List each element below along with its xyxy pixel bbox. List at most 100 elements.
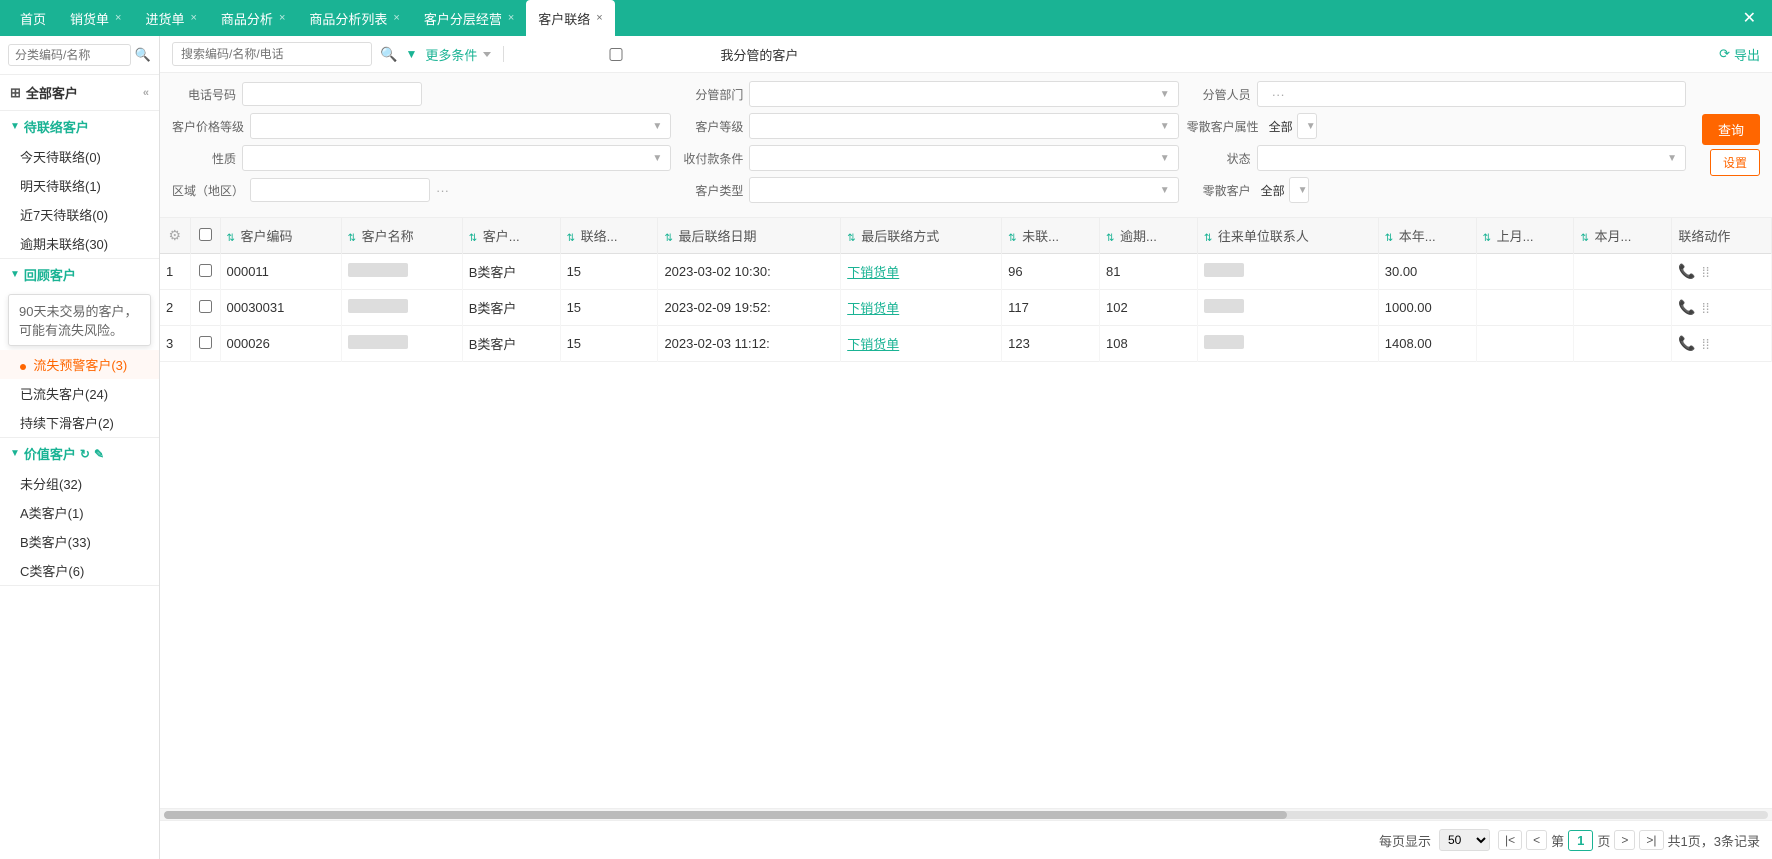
- zero-attr-select[interactable]: ▼: [1297, 113, 1317, 139]
- tab-customer-contact-close[interactable]: ×: [596, 12, 602, 24]
- sidebar-item-today[interactable]: 今天待联络(0): [0, 142, 159, 171]
- th-last-contact-date[interactable]: ⇅ 最后联络日期: [658, 218, 841, 254]
- sidebar-item-class-c[interactable]: C类客户(6): [0, 556, 159, 585]
- tab-customer-contact-label: 客户联络: [538, 9, 590, 28]
- select-all-checkbox[interactable]: [199, 228, 212, 241]
- th-overdue[interactable]: ⇅ 逾期...: [1100, 218, 1198, 254]
- action-more-icon[interactable]: ⁞⁞: [1702, 264, 1710, 280]
- last-method-link[interactable]: 下销货单: [847, 301, 899, 316]
- search-input[interactable]: [172, 42, 372, 66]
- gender-select[interactable]: ▼: [242, 145, 671, 171]
- th-unlisted[interactable]: ⇅ 未联...: [1002, 218, 1100, 254]
- action-more-icon[interactable]: ⁞⁞: [1702, 336, 1710, 352]
- last-method-link[interactable]: 下销货单: [847, 337, 899, 352]
- th-name[interactable]: ⇅ 客户名称: [341, 218, 462, 254]
- horizontal-scrollbar[interactable]: [160, 808, 1772, 820]
- last-method-link[interactable]: 下销货单: [847, 265, 899, 280]
- manager-more[interactable]: ···: [1266, 87, 1291, 102]
- sidebar-collapse-icon[interactable]: «: [143, 87, 149, 99]
- payment-select[interactable]: ▼: [749, 145, 1178, 171]
- tab-product-analysis[interactable]: 商品分析 ×: [209, 0, 297, 36]
- th-last-contact-method[interactable]: ⇅ 最后联络方式: [841, 218, 1002, 254]
- tab-sales-order[interactable]: 销货单 ×: [58, 0, 133, 36]
- settings-col-icon[interactable]: ⚙: [168, 227, 181, 243]
- tab-customer-tier-close[interactable]: ×: [508, 12, 514, 24]
- tab-product-analysis-close[interactable]: ×: [279, 12, 285, 24]
- zero-customer-select[interactable]: ▼: [1289, 177, 1309, 203]
- main-layout: 🔍 ⊞ 全部客户 « ▼ 待联络客户 今天待联络(0) 明天待联络(1) 近7天…: [0, 36, 1772, 859]
- customer-level-select[interactable]: ▼: [749, 113, 1178, 139]
- th-type[interactable]: ⇅ 客户...: [462, 218, 560, 254]
- sidebar-search-icon[interactable]: 🔍: [135, 47, 151, 63]
- search-button[interactable]: 🔍: [380, 46, 397, 63]
- th-code[interactable]: ⇅ 客户编码: [220, 218, 341, 254]
- th-this-month[interactable]: ⇅ 本月...: [1574, 218, 1672, 254]
- tab-home[interactable]: 首页: [8, 0, 58, 36]
- price-level-select[interactable]: ▼: [250, 113, 671, 139]
- row-checkbox[interactable]: [199, 300, 212, 313]
- th-contacts[interactable]: ⇅ 联络...: [560, 218, 658, 254]
- tab-product-analysis-list[interactable]: 商品分析列表 ×: [297, 0, 411, 36]
- tab-purchase-order[interactable]: 进货单 ×: [133, 0, 208, 36]
- query-button[interactable]: 查询: [1702, 114, 1760, 145]
- customer-type-select[interactable]: ▼: [749, 177, 1178, 203]
- row-checkbox[interactable]: [199, 264, 212, 277]
- more-conditions-btn[interactable]: 更多条件: [425, 45, 491, 64]
- action-phone-icon[interactable]: 📞: [1678, 299, 1695, 316]
- prev-page-button[interactable]: <: [1526, 830, 1547, 850]
- sidebar-item-churn-warning[interactable]: 流失预警客户(3): [0, 350, 159, 379]
- edit-icon[interactable]: ✎: [94, 447, 104, 461]
- my-customers-checkbox[interactable]: [516, 48, 716, 61]
- region-more[interactable]: ···: [430, 183, 455, 198]
- sidebar-item-class-b[interactable]: B类客户(33): [0, 527, 159, 556]
- last-page-button[interactable]: >|: [1639, 830, 1663, 850]
- action-phone-icon[interactable]: 📞: [1678, 335, 1695, 352]
- sidebar-item-class-a[interactable]: A类客户(1): [0, 498, 159, 527]
- refresh-icon[interactable]: ↻: [80, 447, 90, 461]
- row-checkbox[interactable]: [199, 336, 212, 349]
- tab-purchase-order-close[interactable]: ×: [190, 12, 196, 24]
- per-page-select[interactable]: 50 20 100: [1439, 829, 1490, 851]
- dept-select[interactable]: ▼: [749, 81, 1178, 107]
- export-button[interactable]: ⟳ 导出: [1719, 45, 1760, 64]
- row-checkbox-cell[interactable]: [190, 326, 220, 362]
- sidebar-group-review-title[interactable]: ▼ 回顾客户: [0, 259, 159, 290]
- sidebar-item-ungrouped[interactable]: 未分组(32): [0, 469, 159, 498]
- window-close-button[interactable]: ✕: [1735, 8, 1764, 28]
- tab-product-analysis-label: 商品分析: [221, 9, 273, 28]
- sidebar-search-input[interactable]: [8, 44, 131, 66]
- my-customers-checkbox-label[interactable]: 我分管的客户: [516, 45, 798, 64]
- th-last-month[interactable]: ⇅ 上月...: [1476, 218, 1574, 254]
- sort-icon-contact-person: ⇅: [1204, 233, 1212, 244]
- row-checkbox-cell[interactable]: [190, 254, 220, 290]
- sidebar-item-churned[interactable]: 已流失客户(24): [0, 379, 159, 408]
- grid-icon: ⊞: [10, 85, 21, 101]
- sidebar-item-tomorrow[interactable]: 明天待联络(1): [0, 171, 159, 200]
- phone-input[interactable]: [242, 82, 422, 106]
- status-select[interactable]: ▼: [1257, 145, 1686, 171]
- action-more-icon[interactable]: ⁞⁞: [1702, 300, 1710, 316]
- region-input[interactable]: [250, 178, 430, 202]
- th-yearly[interactable]: ⇅ 本年...: [1378, 218, 1476, 254]
- first-page-button[interactable]: |<: [1498, 830, 1522, 850]
- tab-customer-tier[interactable]: 客户分层经营 ×: [412, 0, 526, 36]
- action-phone-icon[interactable]: 📞: [1678, 263, 1695, 280]
- th-contact-person[interactable]: ⇅ 往来单位联系人: [1197, 218, 1378, 254]
- next-page-button[interactable]: >: [1614, 830, 1635, 850]
- row-checkbox-cell[interactable]: [190, 290, 220, 326]
- th-checkbox[interactable]: [190, 218, 220, 254]
- manager-select[interactable]: ···: [1257, 81, 1686, 107]
- sidebar-group-value-title[interactable]: ▼ 价值客户 ↻ ✎: [0, 438, 159, 469]
- sidebar-item-declining[interactable]: 持续下滑客户(2): [0, 408, 159, 437]
- sidebar-item-overdue[interactable]: 逾期未联络(30): [0, 229, 159, 258]
- sidebar-all-customers[interactable]: ⊞ 全部客户 «: [0, 75, 159, 111]
- tab-sales-order-close[interactable]: ×: [115, 12, 121, 24]
- tab-product-analysis-list-close[interactable]: ×: [393, 12, 399, 24]
- settings-button[interactable]: 设置: [1710, 149, 1760, 176]
- th-settings[interactable]: ⚙: [160, 218, 190, 254]
- tab-customer-contact[interactable]: 客户联络 ×: [526, 0, 614, 36]
- scroll-thumb[interactable]: [164, 811, 1287, 819]
- sidebar-group-pending-title[interactable]: ▼ 待联络客户: [0, 111, 159, 142]
- scroll-track[interactable]: [164, 811, 1768, 819]
- sidebar-item-7days[interactable]: 近7天待联络(0): [0, 200, 159, 229]
